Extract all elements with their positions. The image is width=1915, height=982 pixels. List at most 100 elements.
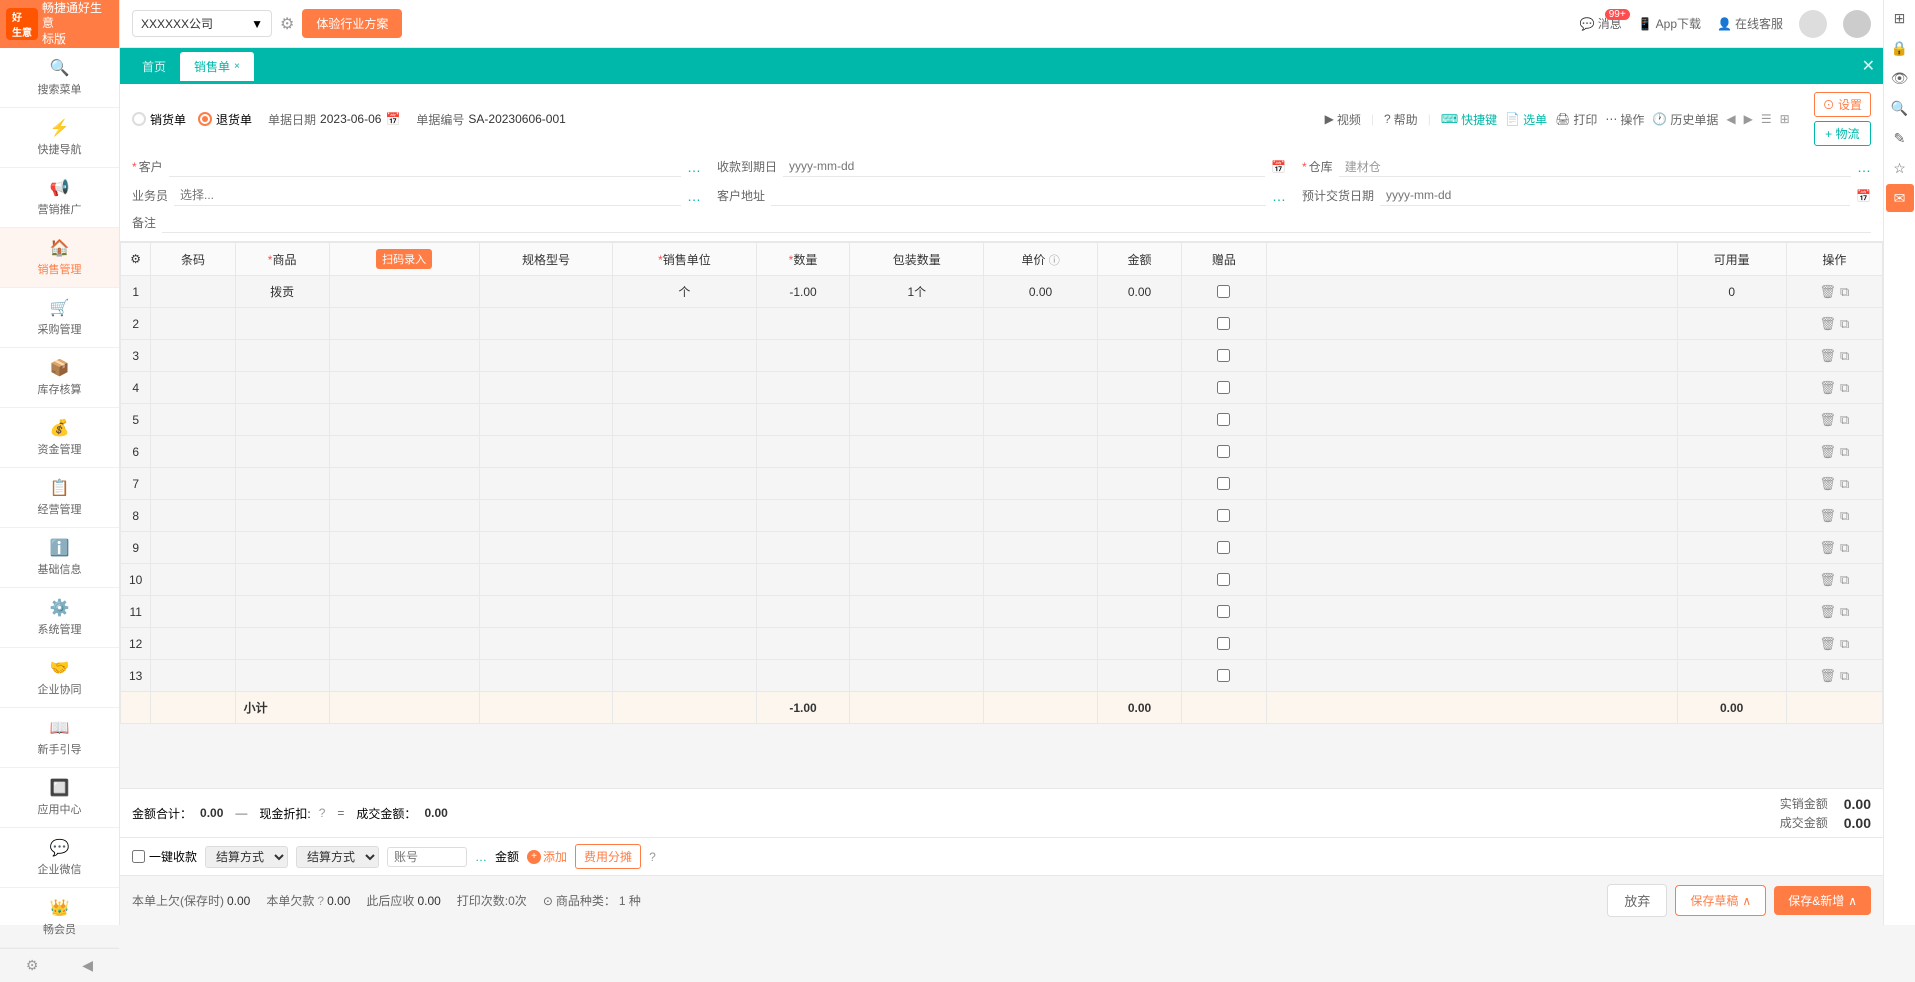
online-service-button[interactable]: 👤 在线客服 (1717, 15, 1783, 32)
delete-row-icon[interactable]: 🗑 (1819, 508, 1836, 524)
gift-checkbox[interactable] (1217, 317, 1230, 330)
sidebar-item-basic[interactable]: ℹ️ 基础信息 (0, 528, 119, 588)
remark-input[interactable] (162, 212, 1871, 233)
account-input[interactable] (387, 847, 467, 867)
gift-checkbox[interactable] (1217, 669, 1230, 682)
right-tool-active[interactable]: ✉ (1886, 184, 1914, 212)
delete-row-icon[interactable]: 🗑 (1819, 412, 1836, 428)
sidebar-item-quicknav[interactable]: ⚡ 快捷导航 (0, 108, 119, 168)
delete-row-icon[interactable]: 🗑 (1819, 540, 1836, 556)
discount-help-icon[interactable]: ? (319, 806, 326, 820)
expense-split-button[interactable]: 费用分摊 (575, 844, 641, 869)
cell-qty[interactable]: -1.00 (756, 276, 850, 308)
right-tool-expand[interactable]: ⊞ (1886, 4, 1914, 32)
delete-row-icon[interactable]: 🗑 (1819, 284, 1836, 300)
delete-row-icon[interactable]: 🗑 (1819, 348, 1836, 364)
payment-method-select2[interactable]: 结算方式 (296, 846, 379, 868)
addr-dots-icon[interactable]: … (1272, 188, 1286, 204)
gift-checkbox[interactable] (1217, 381, 1230, 394)
account-dots-icon[interactable]: … (475, 850, 487, 864)
payment-date-input[interactable] (783, 156, 1265, 177)
sidebar-item-wechat[interactable]: 💬 企业微信 (0, 828, 119, 888)
list-view-icon[interactable]: ☰ (1761, 112, 1772, 126)
one-click-payment-checkbox[interactable]: 一键收款 (132, 848, 197, 865)
right-tool-search[interactable]: 🔍 (1886, 94, 1914, 122)
toolbar-history[interactable]: 🕐 历史单据 (1652, 111, 1718, 128)
sidebar-item-apps[interactable]: 🔲 应用中心 (0, 768, 119, 828)
product-type-icon[interactable]: ⊙ (543, 894, 553, 908)
delete-row-icon[interactable]: 🗑 (1819, 604, 1836, 620)
copy-row-icon[interactable]: ⧉ (1840, 476, 1849, 492)
cell-gift[interactable] (1182, 276, 1266, 308)
copy-row-icon[interactable]: ⧉ (1840, 380, 1849, 396)
toolbar-print[interactable]: 🖨 打印 (1555, 111, 1597, 128)
col-gear[interactable]: ⚙ (121, 243, 151, 276)
logistics-button[interactable]: + 物流 (1814, 121, 1871, 146)
sidebar-item-collab[interactable]: 🤝 企业协同 (0, 648, 119, 708)
copy-row-icon[interactable]: ⧉ (1840, 508, 1849, 524)
tab-close-icon[interactable]: × (234, 61, 240, 72)
customer-dots-icon[interactable]: … (687, 159, 701, 175)
delete-row-icon[interactable]: 🗑 (1819, 572, 1836, 588)
gift-checkbox[interactable] (1217, 637, 1230, 650)
delete-row-icon[interactable]: 🗑 (1819, 444, 1836, 460)
settings-gear-icon[interactable]: ⚙ (280, 14, 294, 34)
sidebar-item-inventory[interactable]: 📦 库存核算 (0, 348, 119, 408)
payment-method-select[interactable]: 结算方式 (205, 846, 288, 868)
save-draft-button[interactable]: 保存草稿 ∧ (1675, 885, 1766, 916)
right-tool-edit[interactable]: ✎ (1886, 124, 1914, 152)
warehouse-input[interactable] (1339, 156, 1851, 177)
sidebar-item-system[interactable]: ⚙️ 系统管理 (0, 588, 119, 648)
toolbar-help[interactable]: ? 帮助 (1384, 111, 1418, 128)
experience-button[interactable]: 体验行业方案 (302, 9, 402, 38)
cell-unit[interactable]: 个 (613, 276, 756, 308)
cell-price[interactable]: 0.00 (984, 276, 1098, 308)
nav-next-icon[interactable]: ▶ (1744, 112, 1753, 126)
warehouse-dots-icon[interactable]: … (1857, 159, 1871, 175)
delete-row-icon[interactable]: 🗑 (1819, 668, 1836, 684)
save-new-button[interactable]: 保存&新增 ∧ (1774, 886, 1871, 915)
gift-checkbox[interactable] (1217, 509, 1230, 522)
cell-spec[interactable] (479, 276, 613, 308)
sidebar-item-purchase[interactable]: 🛒 采购管理 (0, 288, 119, 348)
payment-help-icon[interactable]: ? (649, 850, 656, 864)
avatar[interactable] (1799, 10, 1827, 38)
delete-row-icon[interactable]: 🗑 (1819, 380, 1836, 396)
cell-pkg[interactable]: 1个 (850, 276, 984, 308)
calendar-icon[interactable]: 📅 (385, 112, 400, 126)
sidebar-item-management[interactable]: 📋 经营管理 (0, 468, 119, 528)
tab-sales-order[interactable]: 销售单 × (180, 52, 254, 81)
copy-row-icon[interactable]: ⧉ (1840, 284, 1849, 300)
gift-checkbox[interactable] (1217, 541, 1230, 554)
sidebar-item-member[interactable]: 👑 畅会员 (0, 888, 119, 948)
copy-row-icon[interactable]: ⧉ (1840, 668, 1849, 684)
toolbar-video[interactable]: ▶ 视频 (1325, 111, 1361, 128)
sidebar-item-sales[interactable]: 🏠 销售管理 (0, 228, 119, 288)
app-download-button[interactable]: 📱 App下载 (1638, 15, 1701, 32)
expected-date-calendar-icon[interactable]: 📅 (1856, 189, 1871, 203)
copy-row-icon[interactable]: ⧉ (1840, 412, 1849, 428)
right-tool-star[interactable]: ☆ (1886, 154, 1914, 182)
toolbar-operate[interactable]: ⋯ 操作 (1605, 111, 1644, 128)
gift-checkbox[interactable] (1217, 285, 1230, 298)
delete-row-icon[interactable]: 🗑 (1819, 316, 1836, 332)
sidebar-item-finance[interactable]: 💰 资金管理 (0, 408, 119, 468)
grid-view-icon[interactable]: ⊞ (1780, 112, 1790, 126)
company-selector[interactable]: XXXXXX公司 ▼ (132, 10, 272, 37)
copy-row-icon[interactable]: ⧉ (1840, 572, 1849, 588)
radio-return-order[interactable]: 退货单 (198, 111, 252, 128)
gift-checkbox[interactable] (1217, 605, 1230, 618)
one-click-checkbox-input[interactable] (132, 850, 145, 863)
gift-checkbox[interactable] (1217, 445, 1230, 458)
gift-checkbox[interactable] (1217, 349, 1230, 362)
right-tool-lock[interactable]: 🔒 (1886, 34, 1914, 62)
close-all-tabs-icon[interactable]: ✕ (1862, 56, 1875, 76)
cell-barcode[interactable] (151, 276, 235, 308)
right-tool-eye[interactable]: 👁 (1886, 64, 1914, 92)
customer-input[interactable] (169, 156, 681, 177)
expected-date-input[interactable] (1380, 185, 1850, 206)
abandon-button[interactable]: 放弃 (1607, 884, 1667, 917)
gift-checkbox[interactable] (1217, 477, 1230, 490)
add-payment-button[interactable]: + 添加 (527, 848, 567, 865)
sidebar-item-search[interactable]: 🔍 搜索菜单 (0, 48, 119, 108)
